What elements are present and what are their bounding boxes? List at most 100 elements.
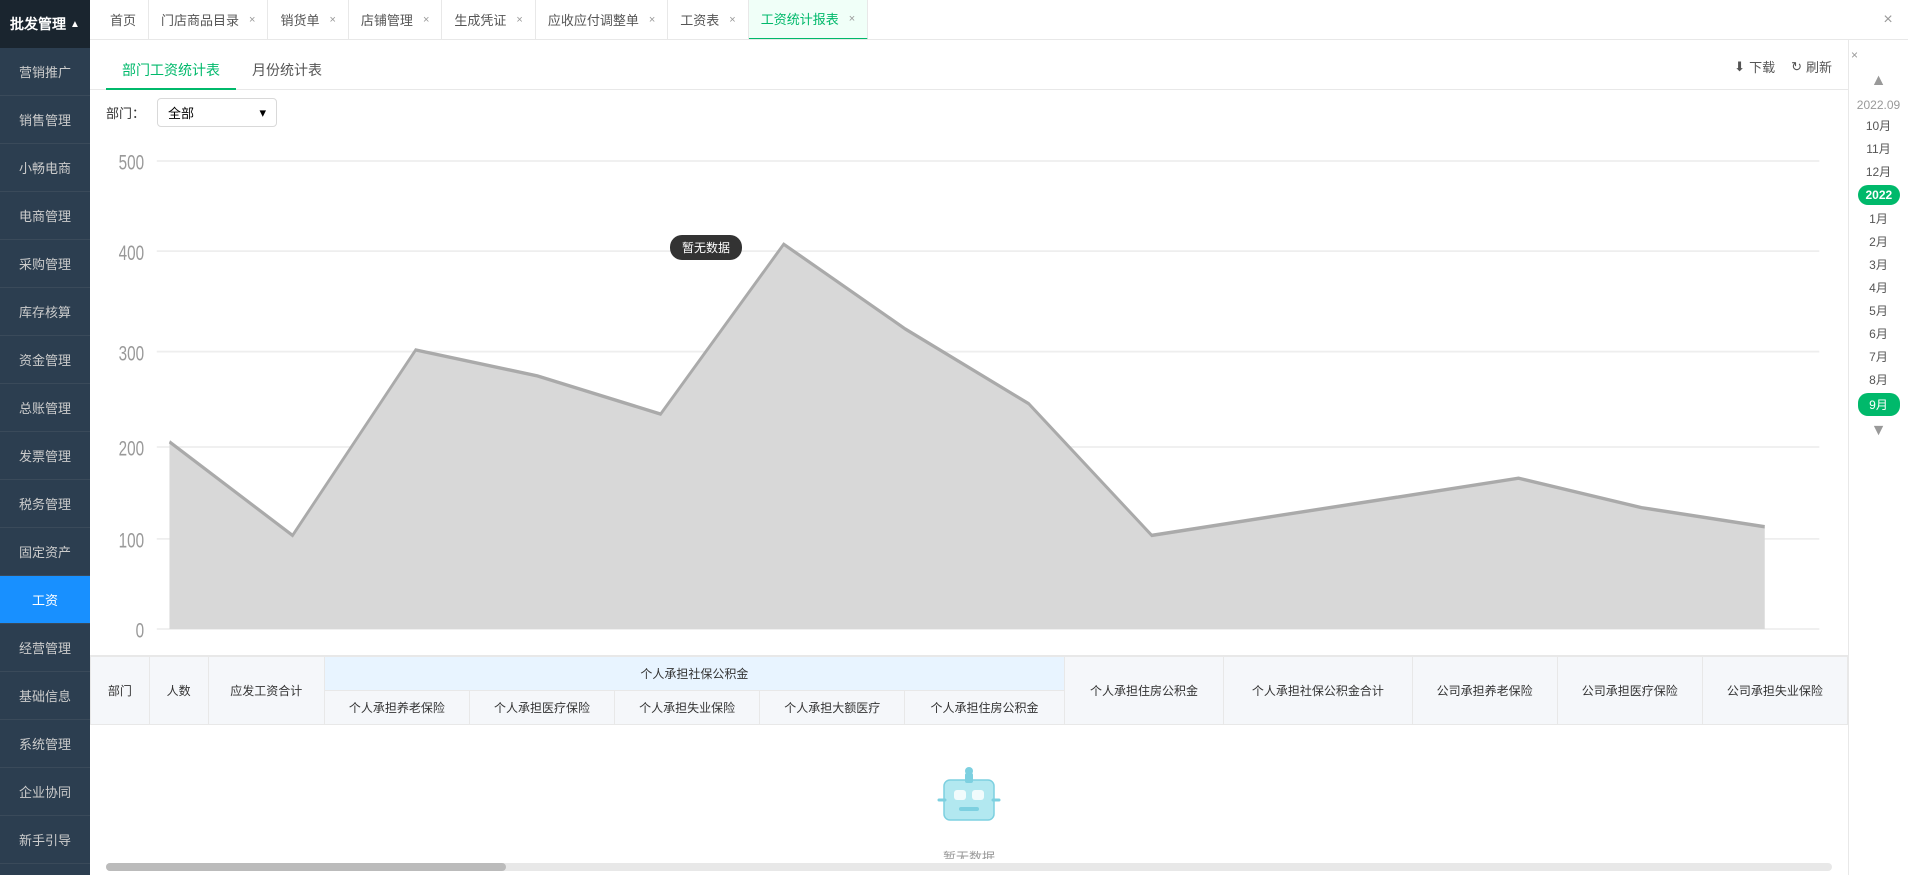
chart-polygon	[169, 244, 1764, 629]
tab-store-catalog-close[interactable]: ×	[249, 14, 255, 26]
tab-gen-cert[interactable]: 生成凭证 ×	[442, 0, 535, 40]
sub-tab-month[interactable]: 月份统计表	[236, 52, 338, 90]
refresh-icon: ↻	[1791, 59, 1802, 75]
refresh-button[interactable]: ↻ 刷新	[1791, 57, 1832, 76]
timeline-month-6[interactable]: 6月	[1849, 322, 1908, 345]
download-icon: ⬇	[1734, 59, 1745, 75]
sub-tab-month-label: 月份统计表	[252, 62, 322, 78]
tab-store-catalog[interactable]: 门店商品目录 ×	[149, 0, 268, 40]
timeline-month-2[interactable]: 2月	[1849, 230, 1908, 253]
tab-salary-report-close[interactable]: ×	[849, 13, 855, 25]
sub-tab-dept[interactable]: 部门工资统计表	[106, 52, 236, 90]
content-area: 部门工资统计表 月份统计表 ⬇ 下载 ↻ 刷新	[90, 40, 1908, 875]
col-personal-housing: 个人承担住房公积金	[905, 691, 1065, 725]
empty-text: 暂无数据	[943, 847, 995, 859]
tab-sales-order[interactable]: 销货单 ×	[268, 0, 348, 40]
tab-store-catalog-label: 门店商品目录	[161, 10, 239, 29]
timeline-month-10[interactable]: 10月	[1849, 114, 1908, 137]
timeline-year-2022: 2022.09	[1857, 98, 1900, 112]
col-total-salary: 应发工资合计	[208, 657, 324, 725]
col-personal-medical: 个人承担医疗保险	[469, 691, 614, 725]
svg-text:400: 400	[119, 242, 144, 265]
timeline-month-3[interactable]: 3月	[1849, 253, 1908, 276]
timeline-month-8[interactable]: 8月	[1849, 368, 1908, 391]
tab-store-manage-label: 店铺管理	[361, 10, 413, 29]
tab-ar-ap-label: 应收应付调整单	[548, 10, 639, 29]
table-empty-state: 暂无数据	[90, 725, 1848, 859]
tab-store-manage[interactable]: 店铺管理 ×	[349, 0, 442, 40]
filter-label: 部门：	[106, 103, 145, 122]
col-dept: 部门	[91, 657, 150, 725]
sidebar-title: 批发管理	[10, 14, 66, 34]
main-area: 首页 门店商品目录 × 销货单 × 店铺管理 × 生成凭证 × 应收应付调整单 …	[90, 0, 1908, 875]
sidebar-item-zjgl[interactable]: 资金管理	[0, 336, 90, 384]
sidebar-item-xsyd[interactable]: 新手引导	[0, 816, 90, 864]
sidebar-item-swgl[interactable]: 税务管理	[0, 480, 90, 528]
main-content: 部门工资统计表 月份统计表 ⬇ 下载 ↻ 刷新	[90, 40, 1848, 875]
timeline-nav-up[interactable]: ▲	[1867, 68, 1891, 94]
tab-gen-cert-close[interactable]: ×	[516, 14, 522, 26]
timeline-month-9-active[interactable]: 9月	[1858, 393, 1900, 416]
timeline-nav-down[interactable]: ▼	[1867, 418, 1891, 444]
sub-tabs: 部门工资统计表 月份统计表 ⬇ 下载 ↻ 刷新	[90, 40, 1848, 90]
sub-tab-dept-label: 部门工资统计表	[122, 62, 220, 78]
sidebar-item-gdzy[interactable]: 固定资产	[0, 528, 90, 576]
sidebar-item-xpds[interactable]: 小畅电商	[0, 144, 90, 192]
timeline-month-7[interactable]: 7月	[1849, 345, 1908, 368]
table-wrapper[interactable]: 部门 人数 应发工资合计 个人承担社保公积金 个人承担住房公积金 个人承担社保公…	[90, 656, 1848, 859]
dept-select-value: 全部	[168, 103, 194, 122]
table-scrollbar[interactable]	[106, 863, 1832, 871]
sidebar-item-yxtt[interactable]: 营销推广	[0, 48, 90, 96]
svg-text:500: 500	[119, 151, 144, 174]
col-personal-unemployment: 个人承担失业保险	[615, 691, 760, 725]
tab-salary-report[interactable]: 工资统计报表 ×	[749, 0, 868, 40]
sidebar-item-fpgl[interactable]: 发票管理	[0, 432, 90, 480]
sidebar-item-jygl[interactable]: 经营管理	[0, 624, 90, 672]
timeline-month-4[interactable]: 4月	[1849, 276, 1908, 299]
chevron-down-icon: ▾	[259, 105, 266, 121]
refresh-label: 刷新	[1806, 57, 1832, 76]
timeline-close-button[interactable]: ×	[1851, 48, 1858, 62]
sidebar-item-kchs[interactable]: 库存核算	[0, 288, 90, 336]
download-label: 下载	[1749, 57, 1775, 76]
tab-sales-order-label: 销货单	[280, 10, 319, 29]
timeline-month-5[interactable]: 5月	[1849, 299, 1908, 322]
table-section: 部门 人数 应发工资合计 个人承担社保公积金 个人承担住房公积金 个人承担社保公…	[90, 655, 1848, 875]
col-personal-pension: 个人承担养老保险	[324, 691, 469, 725]
tab-ar-ap-close[interactable]: ×	[649, 14, 655, 26]
tab-sales-order-close[interactable]: ×	[329, 14, 335, 26]
chart-svg: 500 400 300 200 100 0	[106, 135, 1832, 655]
col-company-pension: 个人承担社保公积金合计	[1224, 657, 1412, 725]
tab-ar-ap[interactable]: 应收应付调整单 ×	[536, 0, 668, 40]
download-button[interactable]: ⬇ 下载	[1734, 57, 1775, 76]
sidebar-item-yyyy[interactable]: 云应用	[0, 864, 90, 875]
sidebar-item-jcxx[interactable]: 基础信息	[0, 672, 90, 720]
col-count: 人数	[149, 657, 208, 725]
tab-store-manage-close[interactable]: ×	[423, 14, 429, 26]
sidebar-item-cggl[interactable]: 采购管理	[0, 240, 90, 288]
sidebar-item-qyxt[interactable]: 企业协同	[0, 768, 90, 816]
sidebar-header: 批发管理 ▲	[0, 0, 90, 48]
sidebar: 批发管理 ▲ 营销推广 销售管理 小畅电商 电商管理 采购管理 库存核算 资金管…	[0, 0, 90, 875]
tab-salary-close[interactable]: ×	[729, 14, 735, 26]
timeline-month-11[interactable]: 11月	[1849, 137, 1908, 160]
sidebar-item-xsgl[interactable]: 销售管理	[0, 96, 90, 144]
timeline-month-12[interactable]: 12月	[1849, 160, 1908, 183]
svg-text:0: 0	[136, 619, 144, 642]
timeline-year-active[interactable]: 2022	[1858, 185, 1900, 205]
sidebar-item-dsgl[interactable]: 电商管理	[0, 192, 90, 240]
tab-salary[interactable]: 工资表 ×	[668, 0, 748, 40]
sidebar-item-xtgl[interactable]: 系统管理	[0, 720, 90, 768]
col-personal-group: 个人承担社保公积金	[324, 657, 1064, 691]
timeline-month-1[interactable]: 1月	[1849, 207, 1908, 230]
sidebar-expand-icon[interactable]: ▲	[70, 19, 80, 30]
tab-home-label: 首页	[110, 10, 136, 29]
col-company-other: 公司承担失业保险	[1702, 657, 1847, 725]
tab-bar-global-close[interactable]: ×	[1876, 8, 1900, 32]
tab-home[interactable]: 首页	[98, 0, 149, 40]
sidebar-item-gz[interactable]: 工资	[0, 576, 90, 624]
table-scrollbar-thumb[interactable]	[106, 863, 506, 871]
timeline-panel: × ▲ 2022.09 10月 11月 12月 2022 1月 2月 3月 4月…	[1848, 40, 1908, 875]
dept-select[interactable]: 全部 ▾	[157, 98, 277, 127]
sidebar-item-zzgl[interactable]: 总账管理	[0, 384, 90, 432]
